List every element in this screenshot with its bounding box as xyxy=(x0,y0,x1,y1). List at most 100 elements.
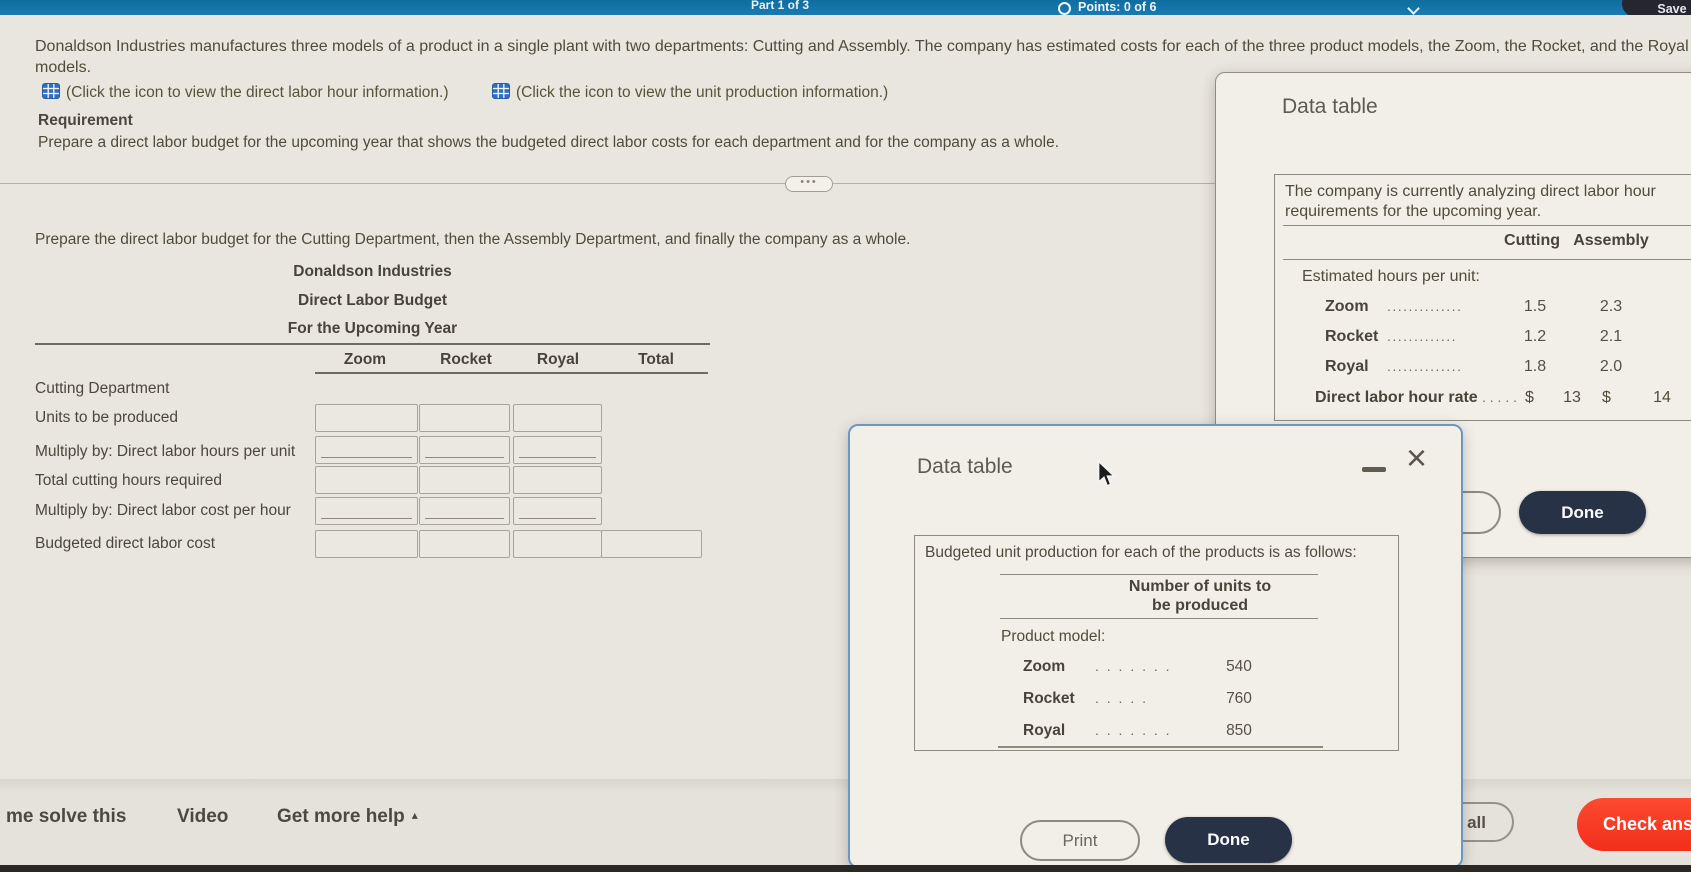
part-indicator: Part 1 of 3 xyxy=(750,0,810,12)
save-button[interactable]: Save xyxy=(1622,0,1691,15)
task-instruction: Prepare the direct labor budget for the … xyxy=(35,231,911,248)
dot-leader: . . . . . xyxy=(1095,690,1149,706)
rocket-assembly-hours: 2.1 xyxy=(1599,328,1623,345)
cutting-currency: $ xyxy=(1525,389,1534,406)
help-me-solve-this-link[interactable]: me solve this xyxy=(6,806,126,828)
check-answer-button[interactable]: Check ans xyxy=(1577,798,1691,851)
budget-title-rule xyxy=(35,343,710,345)
col-header-assembly: Assembly xyxy=(1573,232,1649,249)
input-units-rocket[interactable] xyxy=(419,404,510,432)
table-grid-icon[interactable] xyxy=(492,83,510,104)
row-label-rocket: Rocket xyxy=(1023,690,1075,707)
video-link[interactable]: Video xyxy=(177,806,228,828)
column-header-total: Total xyxy=(638,351,674,368)
row-label-units-produced: Units to be produced xyxy=(35,409,179,426)
col-header-cutting: Cutting xyxy=(1504,232,1560,249)
rocket-cutting-hours: 1.2 xyxy=(1523,328,1547,345)
input-cost-per-hour-zoom[interactable] xyxy=(315,497,418,525)
unit-production-intro: Budgeted unit production for each of the… xyxy=(925,544,1357,561)
dialog-title: Data table xyxy=(917,455,1013,478)
column-header-rocket: Rocket xyxy=(440,351,492,368)
row-label-cutting-department: Cutting Department xyxy=(35,380,170,397)
problem-statement-line2: models. xyxy=(35,59,92,76)
screen-bezel xyxy=(0,865,1691,872)
input-units-zoom[interactable] xyxy=(315,404,418,432)
data-table-dialog-unit-production: Data table × Budgeted unit production fo… xyxy=(848,424,1463,868)
input-hours-per-unit-zoom[interactable] xyxy=(315,436,418,464)
dot-leader: .............. xyxy=(1387,358,1463,374)
row-label-royal: Royal xyxy=(1023,722,1066,739)
input-total-hours-royal[interactable] xyxy=(513,466,602,494)
dialog-title: Data table xyxy=(1282,95,1378,118)
row-label-labor-hours-per-unit: Multiply by: Direct labor hours per unit xyxy=(35,443,296,460)
dot-leader: . . . . . . . xyxy=(1095,722,1172,738)
product-model-label: Product model: xyxy=(1001,628,1106,645)
labor-hour-info-link[interactable]: (Click the icon to view the direct labor… xyxy=(66,84,449,102)
input-total-hours-zoom[interactable] xyxy=(315,466,418,494)
get-more-help-dropdown[interactable]: Get more help ▴ xyxy=(277,806,418,828)
units-col-header-line2: be produced xyxy=(1151,597,1248,614)
assembly-currency: $ xyxy=(1602,389,1611,406)
chevron-down-icon[interactable] xyxy=(1408,2,1420,14)
mouse-cursor xyxy=(1096,459,1116,493)
input-cost-per-hour-rocket[interactable] xyxy=(419,497,510,525)
budget-title-period: For the Upcoming Year xyxy=(287,320,458,337)
caret-up-icon: ▴ xyxy=(411,808,418,822)
input-budgeted-cost-rocket[interactable] xyxy=(419,530,510,558)
cutting-rate: 13 xyxy=(1563,389,1581,406)
royal-units: 850 xyxy=(1226,722,1252,739)
divider-drag-handle[interactable]: ••• xyxy=(785,176,833,192)
budget-title-name: Direct Labor Budget xyxy=(298,292,447,309)
rate-row-label: Direct labor hour rate xyxy=(1315,389,1478,406)
rocket-units: 760 xyxy=(1226,690,1252,707)
row-label-total-cutting-hours: Total cutting hours required xyxy=(35,472,222,489)
row-label-budgeted-labor-cost: Budgeted direct labor cost xyxy=(35,535,216,552)
assembly-rate: 14 xyxy=(1653,389,1671,406)
print-button[interactable]: Print xyxy=(1020,820,1140,861)
dot-leader: ............. xyxy=(1387,328,1458,344)
dot-leader: .............. xyxy=(1387,298,1463,314)
column-header-rule xyxy=(315,372,708,374)
input-budgeted-cost-total[interactable] xyxy=(601,530,702,558)
minimize-icon[interactable] xyxy=(1362,467,1386,472)
dot-leader: . . . . . xyxy=(1482,389,1518,405)
zoom-units: 540 xyxy=(1226,658,1252,675)
top-app-bar: Part 1 of 3 Points: 0 of 6 Save xyxy=(0,0,1691,15)
input-units-royal[interactable] xyxy=(513,404,602,432)
problem-statement-line1: Donaldson Industries manufactures three … xyxy=(35,38,1689,55)
column-header-zoom: Zoom xyxy=(343,351,387,368)
zoom-assembly-hours: 2.3 xyxy=(1599,298,1623,315)
row-label-zoom: Zoom xyxy=(1325,298,1369,315)
unit-production-table: Budgeted unit production for each of the… xyxy=(914,535,1399,751)
column-header-royal: Royal xyxy=(536,351,580,368)
close-icon[interactable]: × xyxy=(1406,440,1427,476)
table-grid-icon[interactable] xyxy=(42,83,60,104)
budget-title-company: Donaldson Industries xyxy=(293,263,452,280)
input-total-hours-rocket[interactable] xyxy=(419,466,510,494)
royal-cutting-hours: 1.8 xyxy=(1523,358,1547,375)
input-budgeted-cost-royal[interactable] xyxy=(513,530,602,558)
points-circle-icon xyxy=(1058,2,1071,15)
royal-assembly-hours: 2.0 xyxy=(1599,358,1623,375)
input-hours-per-unit-rocket[interactable] xyxy=(419,436,510,464)
done-button[interactable]: Done xyxy=(1165,817,1292,863)
labor-hours-intro: The company is currently analyzing direc… xyxy=(1285,183,1656,220)
row-label-zoom: Zoom xyxy=(1023,658,1066,675)
requirement-text: Prepare a direct labor budget for the up… xyxy=(38,134,1060,151)
input-budgeted-cost-zoom[interactable] xyxy=(315,530,418,558)
units-col-header-line1: Number of units to xyxy=(1128,578,1272,595)
requirement-heading: Requirement xyxy=(38,112,133,129)
input-hours-per-unit-royal[interactable] xyxy=(513,436,602,464)
input-cost-per-hour-royal[interactable] xyxy=(513,497,602,525)
row-label-royal: Royal xyxy=(1325,358,1369,375)
screen: Part 1 of 3 Points: 0 of 6 Save Donaldso… xyxy=(0,0,1691,872)
zoom-cutting-hours: 1.5 xyxy=(1523,298,1547,315)
dot-leader: . . . . . . . xyxy=(1095,658,1172,674)
row-label-labor-cost-per-hour: Multiply by: Direct labor cost per hour xyxy=(35,502,291,519)
labor-hours-table: The company is currently analyzing direc… xyxy=(1274,174,1691,421)
done-button[interactable]: Done xyxy=(1519,491,1646,534)
row-label-rocket: Rocket xyxy=(1325,328,1379,345)
unit-production-info-link[interactable]: (Click the icon to view the unit product… xyxy=(516,84,888,102)
points-indicator: Points: 0 of 6 xyxy=(1078,0,1157,14)
estimated-hours-label: Estimated hours per unit: xyxy=(1302,268,1480,285)
